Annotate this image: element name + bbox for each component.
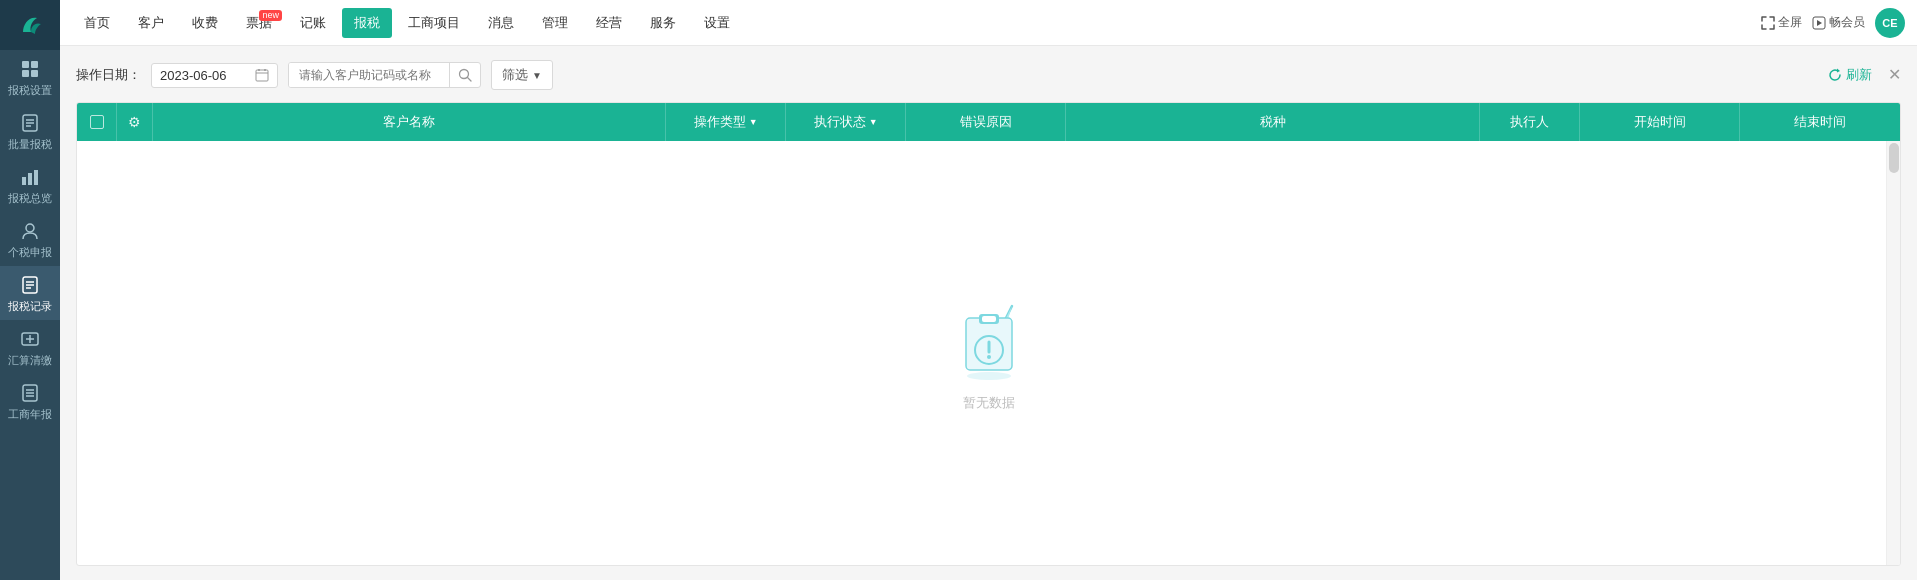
nav-item-kehu[interactable]: 客户 — [126, 8, 176, 38]
svg-rect-3 — [31, 70, 38, 77]
fullscreen-button[interactable]: 全屏 — [1761, 14, 1802, 31]
filter-button[interactable]: 筛选 ▼ — [491, 60, 553, 90]
svg-point-39 — [987, 355, 991, 359]
settings-icon: ⚙ — [128, 114, 141, 130]
nav-item-shezhi[interactable]: 设置 — [692, 8, 742, 38]
main-area: 首页 客户 收费 票据 new 记账 报税 工商项目 消息 — [60, 0, 1917, 580]
th-exec-status: 执行状态 ▼ — [786, 103, 906, 141]
table: ⚙ 客户名称 操作类型 ▼ 执行状态 ▼ 错误原因 税种 — [76, 102, 1901, 566]
search-input[interactable] — [289, 63, 449, 87]
close-button[interactable]: ✕ — [1888, 67, 1901, 83]
nav-item-homepage[interactable]: 首页 — [72, 8, 122, 38]
member-button[interactable]: 畅会员 — [1812, 14, 1865, 31]
th-settings[interactable]: ⚙ — [117, 103, 153, 141]
sidebar-item-gongshang-nianbao[interactable]: 工商年报 — [0, 374, 60, 428]
search-icon — [458, 68, 472, 82]
scroll-bar[interactable] — [1886, 141, 1900, 565]
refresh-icon — [1828, 68, 1842, 82]
table-body: 暂无数据 — [77, 141, 1900, 565]
topnav: 首页 客户 收费 票据 new 记账 报税 工商项目 消息 — [60, 0, 1917, 46]
svg-rect-0 — [22, 61, 29, 68]
sidebar-item-huisuan-jiaona[interactable]: 汇算清缴 — [0, 320, 60, 374]
header-checkbox[interactable] — [90, 115, 104, 129]
svg-marker-24 — [1817, 20, 1822, 26]
personal-tax-icon — [19, 220, 41, 242]
search-wrap — [288, 62, 481, 88]
date-input[interactable] — [160, 68, 250, 83]
th-end-time: 结束时间 — [1740, 103, 1900, 141]
sidebar-item-geshuishenbao[interactable]: 个税申报 — [0, 212, 60, 266]
op-type-filter-icon[interactable]: ▼ — [749, 117, 758, 127]
sidebar-item-label: 工商年报 — [8, 407, 52, 422]
filter-chevron-icon: ▼ — [532, 70, 542, 81]
sidebar-item-piliang-baoshui[interactable]: 批量报税 — [0, 104, 60, 158]
toolbar: 操作日期： 筛选 — [76, 60, 1901, 90]
exec-status-filter-icon[interactable]: ▼ — [869, 117, 878, 127]
page-content: 操作日期： 筛选 — [60, 46, 1917, 580]
svg-point-40 — [967, 372, 1011, 380]
th-tax-type: 税种 — [1066, 103, 1480, 141]
date-label: 操作日期： — [76, 66, 141, 84]
sidebar-logo — [0, 0, 60, 50]
empty-state: 暂无数据 — [944, 294, 1034, 412]
sidebar-item-label: 报税总览 — [8, 191, 52, 206]
settings-grid-icon — [19, 58, 41, 80]
nav-item-guanli[interactable]: 管理 — [530, 8, 580, 38]
nav-item-piaoju[interactable]: 票据 new — [234, 8, 284, 38]
sidebar-item-baoshui-shezhi[interactable]: 报税设置 — [0, 50, 60, 104]
nav-item-fuwu[interactable]: 服务 — [638, 8, 688, 38]
sidebar-item-label: 汇算清缴 — [8, 353, 52, 368]
th-checkbox[interactable] — [77, 103, 117, 141]
search-button[interactable] — [449, 63, 480, 87]
th-client-name: 客户名称 — [153, 103, 666, 141]
tax-record-icon — [19, 274, 41, 296]
sidebar-item-label: 报税记录 — [8, 299, 52, 314]
nav-item-gongshang-xiangmu[interactable]: 工商项目 — [396, 8, 472, 38]
svg-rect-1 — [31, 61, 38, 68]
refresh-button[interactable]: 刷新 — [1828, 66, 1872, 84]
sidebar-item-label: 个税申报 — [8, 245, 52, 260]
th-op-type: 操作类型 ▼ — [666, 103, 786, 141]
annual-report-icon — [19, 382, 41, 404]
nav-item-xiaoxi[interactable]: 消息 — [476, 8, 526, 38]
nav-items: 首页 客户 收费 票据 new 记账 报税 工商项目 消息 — [72, 8, 1761, 38]
table-header: ⚙ 客户名称 操作类型 ▼ 执行状态 ▼ 错误原因 税种 — [77, 103, 1900, 141]
tax-overview-icon — [19, 166, 41, 188]
svg-marker-31 — [1837, 69, 1840, 73]
th-executor: 执行人 — [1480, 103, 1580, 141]
scroll-thumb[interactable] — [1889, 143, 1899, 173]
sidebar: 报税设置 批量报税 报税总览 — [0, 0, 60, 580]
new-badge: new — [259, 10, 282, 21]
fullscreen-icon — [1761, 16, 1775, 30]
svg-line-30 — [468, 78, 472, 82]
svg-rect-10 — [34, 170, 38, 185]
date-picker[interactable] — [151, 63, 278, 88]
sidebar-item-label: 报税设置 — [8, 83, 52, 98]
empty-text: 暂无数据 — [963, 394, 1015, 412]
svg-rect-25 — [256, 70, 268, 81]
th-error-reason: 错误原因 — [906, 103, 1066, 141]
nav-right: 全屏 畅会员 CE — [1761, 8, 1905, 38]
empty-illustration — [944, 294, 1034, 384]
settlement-icon — [19, 328, 41, 350]
play-icon — [1812, 16, 1826, 30]
svg-rect-9 — [28, 173, 32, 185]
calendar-icon — [255, 68, 269, 82]
sidebar-item-label: 批量报税 — [8, 137, 52, 152]
nav-item-jingying[interactable]: 经营 — [584, 8, 634, 38]
user-avatar[interactable]: CE — [1875, 8, 1905, 38]
svg-rect-36 — [982, 316, 996, 322]
batch-tax-icon — [19, 112, 41, 134]
nav-item-shoufe[interactable]: 收费 — [180, 8, 230, 38]
nav-item-jizhang[interactable]: 记账 — [288, 8, 338, 38]
th-start-time: 开始时间 — [1580, 103, 1740, 141]
sidebar-item-baoshui-jilu[interactable]: 报税记录 — [0, 266, 60, 320]
svg-rect-8 — [22, 177, 26, 185]
svg-rect-2 — [22, 70, 29, 77]
nav-item-baoshui[interactable]: 报税 — [342, 8, 392, 38]
svg-point-11 — [26, 224, 34, 232]
sidebar-item-baoshui-zonlan[interactable]: 报税总览 — [0, 158, 60, 212]
